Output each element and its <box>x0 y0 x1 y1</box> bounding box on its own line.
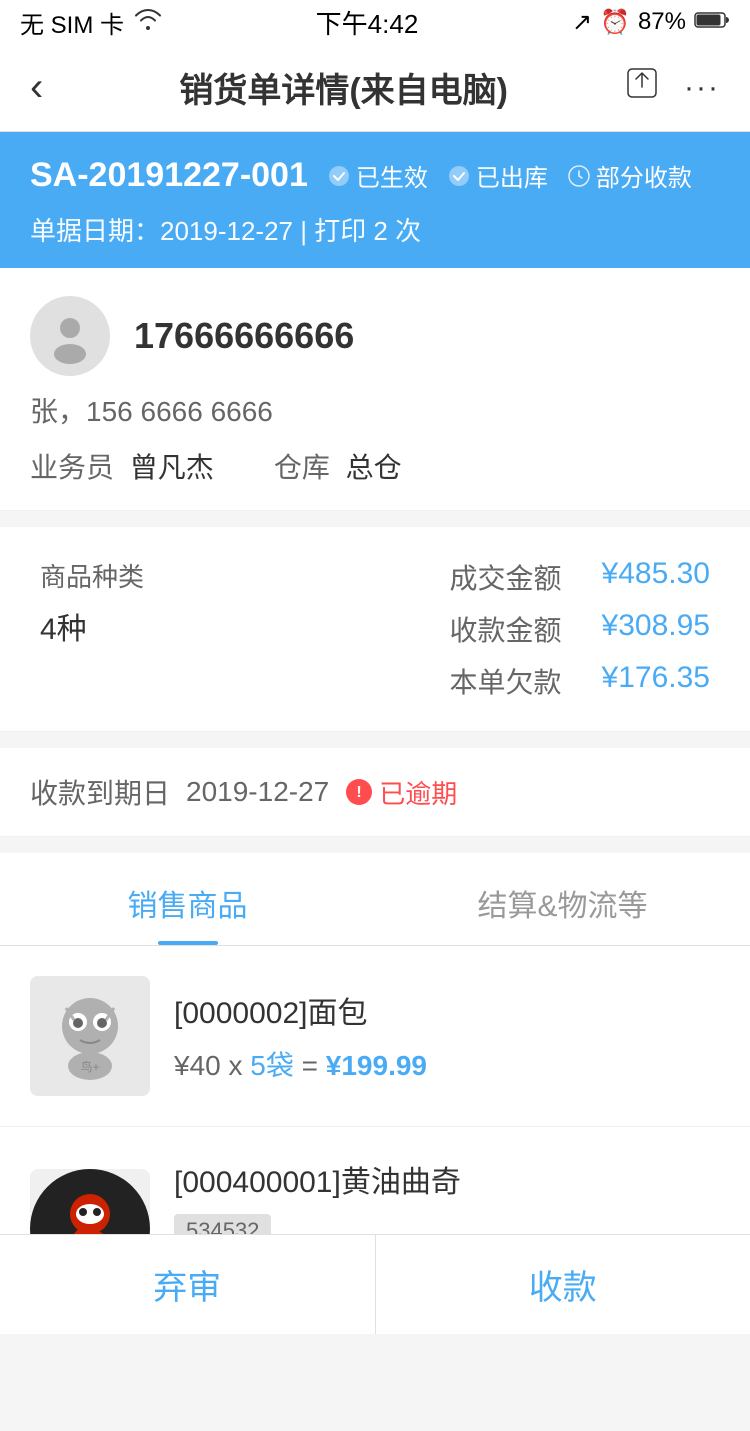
deal-value: ¥485.30 <box>602 557 710 597</box>
status-effected: 已生效 <box>328 158 428 193</box>
battery-level: 87% <box>638 8 686 36</box>
product-info-p1: [0000002]面包 ¥40 x 5袋 = ¥199.99 <box>174 988 720 1084</box>
sim-status: 无 SIM 卡 <box>20 5 124 40</box>
types-label: 商品种类 <box>40 557 144 594</box>
tab-settlement[interactable]: 结算&物流等 <box>375 853 750 945</box>
more-icon[interactable]: ··· <box>684 71 720 105</box>
warehouse-value: 总仓 <box>346 452 402 483</box>
order-header: SA-20191227-001 已生效 已出库 部分收款 单据日期：2019-1… <box>0 132 750 268</box>
customer-contact: 张，156 6666 6666 <box>30 390 720 430</box>
customer-section: 17666666666 张，156 6666 6666 业务员 曾凡杰 仓库 总… <box>0 268 750 511</box>
status-bar-right: ↗ ⏰ 87% <box>572 8 730 37</box>
wifi-icon <box>134 8 162 37</box>
amount-rows: 成交金额 ¥485.30 收款金额 ¥308.95 本单欠款 ¥176.35 <box>450 557 710 701</box>
salesperson-item: 业务员 曾凡杰 <box>30 446 214 486</box>
debt-amount-row: 本单欠款 ¥176.35 <box>450 661 710 701</box>
due-date: 2019-12-27 <box>186 776 329 808</box>
deal-label: 成交金额 <box>450 557 562 597</box>
page-title: 销货单详情(来自电脑) <box>63 63 624 112</box>
avatar <box>30 296 110 376</box>
receipt-label: 收款金额 <box>450 609 562 649</box>
due-section: 收款到期日 2019-12-27 ! 已逾期 <box>0 748 750 837</box>
order-id-row: SA-20191227-001 已生效 已出库 部分收款 <box>30 156 720 195</box>
receipt-amount-row: 收款金额 ¥308.95 <box>450 609 710 649</box>
warehouse-label: 仓库 <box>274 452 330 483</box>
location-icon: ↗ <box>572 8 592 37</box>
status-shipped: 已出库 <box>448 158 548 193</box>
status-partial: 部分收款 <box>568 158 692 193</box>
debt-value: ¥176.35 <box>602 661 710 701</box>
warehouse-item: 仓库 总仓 <box>274 446 402 486</box>
summary-section: 商品种类 4种 成交金额 ¥485.30 收款金额 ¥308.95 本单欠款 ¥… <box>0 527 750 732</box>
overdue-badge: ! 已逾期 <box>345 774 457 811</box>
customer-top: 17666666666 <box>30 296 720 376</box>
product-name-p1: [0000002]面包 <box>174 988 720 1032</box>
receipt-value: ¥308.95 <box>602 609 710 649</box>
types-value: 4种 <box>40 604 144 648</box>
battery-icon <box>694 8 730 36</box>
status-bar: 无 SIM 卡 下午4:42 ↗ ⏰ 87% <box>0 0 750 44</box>
status-bar-time: 下午4:42 <box>316 4 419 41</box>
product-image-p1: 鸟+ <box>30 976 150 1096</box>
share-icon[interactable] <box>624 65 660 110</box>
product-name-p2: [000400001]黄油曲奇 <box>174 1157 720 1201</box>
product-item: 鸟+ [0000002]面包 ¥40 x 5袋 = ¥199.99 <box>0 946 750 1127</box>
product-types: 商品种类 4种 <box>40 557 144 648</box>
due-label: 收款到期日 <box>30 772 170 812</box>
confirm-button[interactable]: 收款 <box>376 1235 750 1334</box>
product-price-p1: ¥40 x 5袋 = ¥199.99 <box>174 1044 720 1084</box>
debt-label: 本单欠款 <box>450 661 562 701</box>
nav-right: ··· <box>624 65 720 110</box>
svg-text:鸟+: 鸟+ <box>80 1059 99 1074</box>
deal-amount-row: 成交金额 ¥485.30 <box>450 557 710 597</box>
svg-text:!: ! <box>357 784 362 801</box>
summary-grid: 商品种类 4种 成交金额 ¥485.30 收款金额 ¥308.95 本单欠款 ¥… <box>40 557 710 701</box>
cancel-button[interactable]: 弃审 <box>0 1235 376 1334</box>
status-bar-left: 无 SIM 卡 <box>20 5 162 40</box>
alarm-icon: ⏰ <box>600 8 630 37</box>
customer-account-id: 17666666666 <box>134 315 354 357</box>
tab-products[interactable]: 销售商品 <box>0 853 375 945</box>
salesperson-label: 业务员 <box>30 452 114 483</box>
back-button[interactable]: ‹ <box>30 65 63 110</box>
order-date: 单据日期：2019-12-27 | 打印 2 次 <box>30 211 720 248</box>
order-id: SA-20191227-001 <box>30 156 308 195</box>
customer-meta: 业务员 曾凡杰 仓库 总仓 <box>30 446 720 486</box>
nav-bar: ‹ 销货单详情(来自电脑) ··· <box>0 44 750 132</box>
salesperson-value: 曾凡杰 <box>130 452 214 483</box>
bottom-bar: 弃审 收款 <box>0 1234 750 1334</box>
tabs-header: 销售商品 结算&物流等 <box>0 853 750 946</box>
